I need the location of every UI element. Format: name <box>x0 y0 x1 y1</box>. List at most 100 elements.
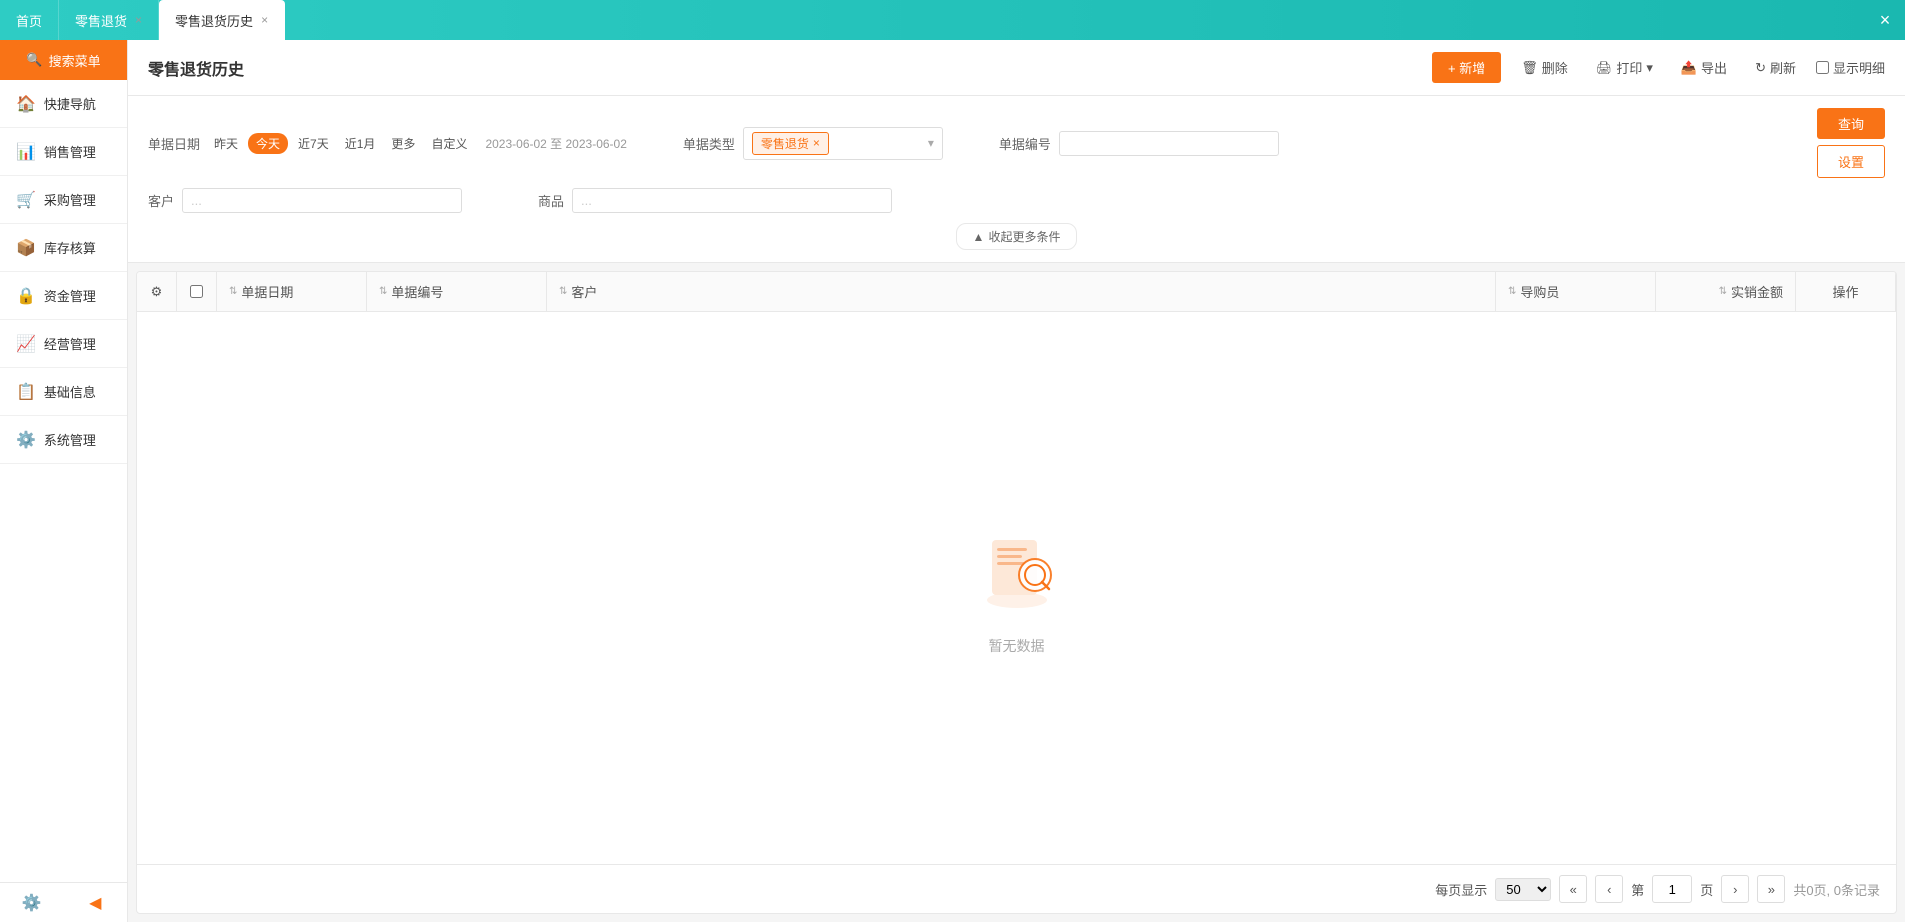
prev-page-button[interactable]: ‹ <box>1595 875 1623 903</box>
sidebar-search[interactable]: 🔍 搜索菜单 <box>0 40 127 80</box>
date-opt-custom[interactable]: 自定义 <box>425 133 473 154</box>
sort-guide-icon: ⇅ <box>1508 286 1516 297</box>
tab-retail-return-history-label: 零售退货历史 <box>175 11 253 30</box>
date-opt-today[interactable]: 今天 <box>248 133 288 154</box>
doc-type-tag-label: 零售退货 <box>761 135 809 152</box>
collapse-container: ▲ 收起更多条件 <box>148 223 1885 250</box>
filter-doc-no: 单据编号 <box>999 131 1279 156</box>
sidebar-item-operation-label: 经营管理 <box>44 334 96 353</box>
th-amount-label: 实销金额 <box>1731 282 1783 301</box>
show-detail-label: 显示明细 <box>1833 58 1885 77</box>
total-info: 共0页, 0条记录 <box>1793 880 1880 899</box>
sidebar-item-purchase[interactable]: 🛒 采购管理 <box>0 176 127 224</box>
empty-text: 暂无数据 <box>989 636 1045 656</box>
sidebar-item-sales[interactable]: 📊 销售管理 <box>0 128 127 176</box>
tab-home[interactable]: 首页 <box>0 0 59 40</box>
basic-icon: 📋 <box>16 382 36 402</box>
tab-retail-return-label: 零售退货 <box>75 11 127 30</box>
tab-retail-return[interactable]: 零售退货 × <box>59 0 159 40</box>
th-date[interactable]: ⇅ 单据日期 <box>217 272 367 311</box>
filter-row-2: 客户 ... 商品 ... <box>148 188 1885 213</box>
doc-type-label: 单据类型 <box>683 134 735 153</box>
date-opt-7days[interactable]: 近7天 <box>292 133 335 154</box>
th-settings[interactable]: ⚙ <box>137 272 177 311</box>
delete-button[interactable]: 🗑 删除 <box>1513 54 1576 81</box>
print-label: 打印 <box>1616 58 1642 77</box>
page-unit: 页 <box>1700 880 1713 899</box>
show-detail-checkbox[interactable]: 显示明细 <box>1816 58 1885 77</box>
operation-icon: 📈 <box>16 334 36 354</box>
sidebar-item-basic[interactable]: 📋 基础信息 <box>0 368 127 416</box>
tab-retail-return-history[interactable]: 零售退货历史 × <box>159 0 285 40</box>
th-customer[interactable]: ⇅ 客户 <box>547 272 1496 311</box>
filter-goods: 商品 ... <box>538 188 892 213</box>
sidebar-item-operation[interactable]: 📈 经营管理 <box>0 320 127 368</box>
home-icon: 🏠 <box>16 94 36 114</box>
th-action: 操作 <box>1796 272 1896 311</box>
tab-retail-return-close[interactable]: × <box>135 13 142 27</box>
customer-placeholder: ... <box>191 193 202 208</box>
sort-customer-icon: ⇅ <box>559 286 567 297</box>
query-button[interactable]: 查询 <box>1817 108 1885 139</box>
sidebar-settings-button[interactable]: ⚙️ <box>0 883 64 922</box>
sidebar-item-finance-label: 资金管理 <box>44 286 96 305</box>
page-input[interactable] <box>1652 875 1692 903</box>
refresh-button[interactable]: ↻ 刷新 <box>1747 54 1804 81</box>
export-label: 导出 <box>1701 58 1727 77</box>
th-amount[interactable]: ⇅ 实销金额 <box>1656 272 1796 311</box>
th-code-label: 单据编号 <box>391 282 443 301</box>
gear-icon: ⚙️ <box>22 893 42 913</box>
sidebar-item-inventory[interactable]: 📦 库存核算 <box>0 224 127 272</box>
sort-amount-icon: ⇅ <box>1719 286 1727 297</box>
select-all-checkbox[interactable] <box>190 285 203 298</box>
delete-icon: 🗑 <box>1521 60 1538 76</box>
inventory-icon: 📦 <box>16 238 36 258</box>
date-options: 昨天 今天 近7天 近1月 更多 自定义 <box>208 133 473 154</box>
date-opt-1month[interactable]: 近1月 <box>339 133 382 154</box>
print-button[interactable]: 🖨 打印 ▾ <box>1588 54 1661 81</box>
page-title: 零售退货历史 <box>148 56 244 80</box>
window-close-button[interactable]: × <box>1865 0 1905 40</box>
export-icon: 📤 <box>1681 60 1697 76</box>
pagination-bar: 每页显示 50 100 200 « ‹ 第 页 › » 共0页, 0条记录 <box>137 864 1896 913</box>
tab-retail-return-history-close[interactable]: × <box>261 13 268 27</box>
doc-no-input[interactable] <box>1059 131 1279 156</box>
doc-type-select[interactable]: 零售退货 × ▾ <box>743 127 943 160</box>
setup-button[interactable]: 设置 <box>1817 145 1885 178</box>
per-page-select[interactable]: 50 100 200 <box>1495 878 1551 901</box>
topbar-tabs: 首页 零售退货 × 零售退货历史 × <box>0 0 1865 40</box>
first-page-button[interactable]: « <box>1559 875 1587 903</box>
th-guide[interactable]: ⇅ 导购员 <box>1496 272 1656 311</box>
th-check[interactable] <box>177 272 217 311</box>
show-detail-input[interactable] <box>1816 61 1829 74</box>
date-opt-more[interactable]: 更多 <box>385 133 421 154</box>
date-opt-yesterday[interactable]: 昨天 <box>208 133 244 154</box>
collapse-arrow-icon: ▲ <box>973 230 985 244</box>
empty-state: 暂无数据 <box>137 312 1896 864</box>
query-setup-buttons: 查询 设置 <box>1817 108 1885 178</box>
search-icon: 🔍 <box>26 52 42 68</box>
sidebar-item-finance[interactable]: 🔒 资金管理 <box>0 272 127 320</box>
th-action-label: 操作 <box>1832 282 1858 301</box>
export-button[interactable]: 📤 导出 <box>1673 54 1735 81</box>
sidebar-item-quick-nav-label: 快捷导航 <box>44 94 96 113</box>
th-code[interactable]: ⇅ 单据编号 <box>367 272 547 311</box>
table-settings-icon[interactable]: ⚙ <box>151 284 163 300</box>
goods-input[interactable]: ... <box>572 188 892 213</box>
sidebar-collapse-button[interactable]: ◀ <box>64 883 128 922</box>
sidebar-item-quick-nav[interactable]: 🏠 快捷导航 <box>0 80 127 128</box>
next-page-button[interactable]: › <box>1721 875 1749 903</box>
filter-doc-type: 单据类型 零售退货 × ▾ <box>683 127 943 160</box>
last-page-button[interactable]: » <box>1757 875 1785 903</box>
doc-no-label: 单据编号 <box>999 134 1051 153</box>
customer-input[interactable]: ... <box>182 188 462 213</box>
th-customer-label: 客户 <box>571 282 597 301</box>
refresh-icon: ↻ <box>1755 60 1766 76</box>
per-page-label: 每页显示 <box>1435 880 1487 899</box>
goods-placeholder: ... <box>581 193 592 208</box>
new-button[interactable]: + 新增 <box>1432 52 1501 83</box>
doc-type-remove[interactable]: × <box>813 136 820 150</box>
sidebar-item-system[interactable]: ⚙️ 系统管理 <box>0 416 127 464</box>
collapse-button[interactable]: ▲ 收起更多条件 <box>956 223 1078 250</box>
customer-label: 客户 <box>148 191 174 210</box>
